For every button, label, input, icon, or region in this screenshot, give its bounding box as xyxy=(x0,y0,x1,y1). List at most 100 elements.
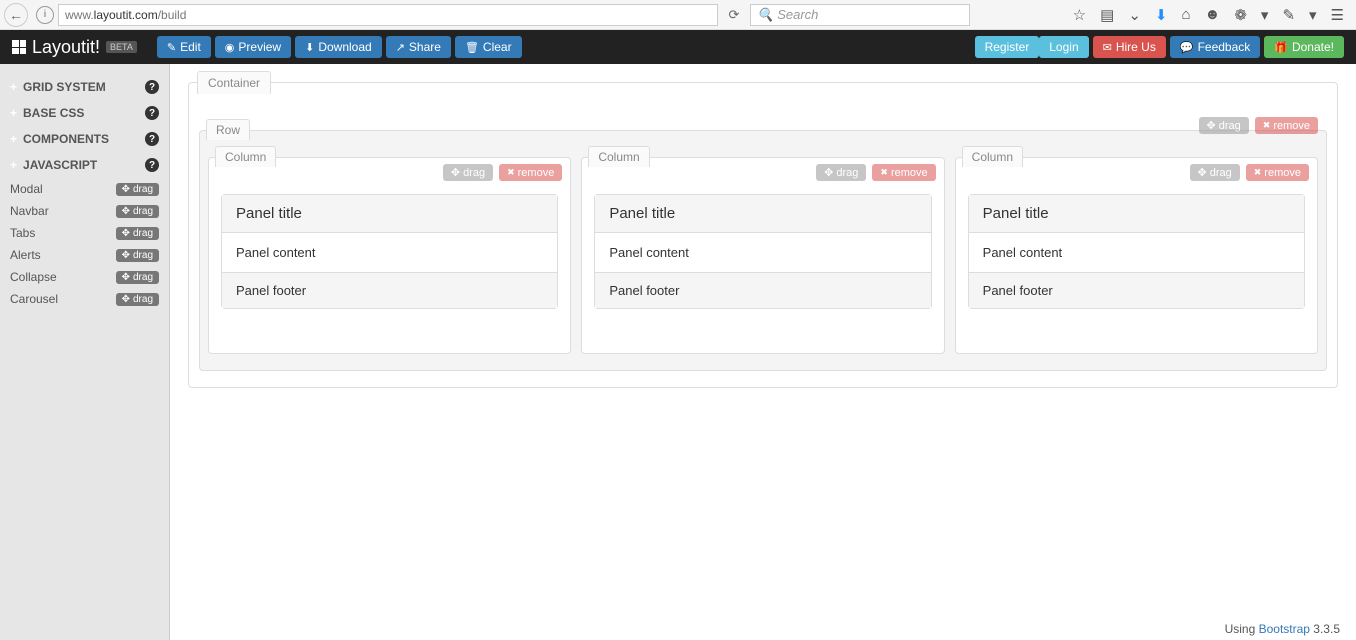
row-box[interactable]: Row drag remove Column drag remove Pan xyxy=(199,130,1327,371)
panel-content: Panel content xyxy=(222,233,557,272)
sidebar-item-tabs[interactable]: Tabsdrag xyxy=(0,222,169,244)
smiley-icon[interactable]: ☻ xyxy=(1205,6,1221,24)
drag-chip[interactable]: drag xyxy=(116,227,159,240)
search-icon: 🔍 xyxy=(757,7,773,23)
plus-icon: + xyxy=(10,158,17,172)
download-button[interactable]: ⬇Download xyxy=(295,36,382,58)
download-icon: ⬇ xyxy=(305,41,314,54)
container-tab[interactable]: Container xyxy=(197,71,271,94)
app-name: Layoutit! xyxy=(32,37,100,58)
panel[interactable]: Panel title Panel content Panel footer xyxy=(221,194,558,309)
sidebar-item-collapse[interactable]: Collapsedrag xyxy=(0,266,169,288)
dropdown2-icon[interactable]: ▾ xyxy=(1309,6,1317,24)
wand-icon[interactable]: ✎ xyxy=(1282,6,1295,24)
panel-content: Panel content xyxy=(969,233,1304,272)
column-box[interactable]: Column drag remove Panel title Panel con… xyxy=(208,157,571,354)
drag-chip[interactable]: drag xyxy=(116,205,159,218)
url-bar[interactable]: www.layoutit.com/build xyxy=(58,4,718,26)
footer-note: Using Bootstrap 3.3.5 xyxy=(1225,622,1340,636)
help-icon[interactable]: ? xyxy=(145,132,159,146)
plus-icon: + xyxy=(10,80,17,94)
sidebar-item-carousel[interactable]: Carouseldrag xyxy=(0,288,169,310)
panel[interactable]: Panel title Panel content Panel footer xyxy=(968,194,1305,309)
menu-icon[interactable]: ☰ xyxy=(1331,6,1344,24)
column-tab[interactable]: Column xyxy=(962,146,1023,167)
sidebar-group-javascript[interactable]: +JAVASCRIPT? xyxy=(0,152,169,178)
site-info-icon[interactable]: i xyxy=(36,6,54,24)
eye-icon: ◉ xyxy=(225,41,235,54)
share-icon: ↗ xyxy=(396,41,405,54)
column-tab[interactable]: Column xyxy=(588,146,649,167)
column-box[interactable]: Column drag remove Panel title Panel con… xyxy=(955,157,1318,354)
col-remove[interactable]: remove xyxy=(872,164,935,181)
drag-chip[interactable]: drag xyxy=(116,249,159,262)
drag-chip[interactable]: drag xyxy=(116,183,159,196)
beta-badge: BETA xyxy=(106,41,137,53)
reload-icon[interactable]: ⟳ xyxy=(722,7,746,23)
search-input[interactable]: 🔍 Search xyxy=(750,4,970,26)
clear-button[interactable]: 🗑Clear xyxy=(455,36,522,58)
col-drag[interactable]: drag xyxy=(816,164,866,181)
donate-button[interactable]: 🎁Donate! xyxy=(1264,36,1344,58)
bookmark-icon[interactable]: ☆ xyxy=(1073,6,1086,24)
sidebar-group-grid[interactable]: +GRID SYSTEM? xyxy=(0,74,169,100)
dropdown-icon[interactable]: ▾ xyxy=(1261,6,1269,24)
panel-content: Panel content xyxy=(595,233,930,272)
register-button[interactable]: Register xyxy=(975,36,1040,58)
grid-icon xyxy=(12,40,26,54)
col-drag[interactable]: drag xyxy=(443,164,493,181)
container-box[interactable]: Container Row drag remove Column drag re… xyxy=(188,82,1338,388)
sidebar-group-basecss[interactable]: +BASE CSS? xyxy=(0,100,169,126)
home-icon[interactable]: ⌂ xyxy=(1181,6,1190,24)
login-button[interactable]: Login xyxy=(1039,36,1088,58)
back-button[interactable]: ← xyxy=(4,3,28,27)
col-drag[interactable]: drag xyxy=(1190,164,1240,181)
pocket-icon[interactable]: ⌄ xyxy=(1128,6,1141,24)
panel-footer: Panel footer xyxy=(969,272,1304,308)
sidebar-item-alerts[interactable]: Alertsdrag xyxy=(0,244,169,266)
col-remove[interactable]: remove xyxy=(1246,164,1309,181)
row-remove[interactable]: remove xyxy=(1255,117,1318,134)
puzzle-icon[interactable]: ❁ xyxy=(1234,6,1247,24)
gift-icon: 🎁 xyxy=(1274,41,1288,54)
sidebar: +GRID SYSTEM? +BASE CSS? +COMPONENTS? +J… xyxy=(0,64,170,640)
bootstrap-link[interactable]: Bootstrap xyxy=(1259,622,1310,636)
panel-footer: Panel footer xyxy=(595,272,930,308)
trash-icon: 🗑 xyxy=(465,41,479,54)
builder-canvas: Container Row drag remove Column drag re… xyxy=(170,64,1356,640)
url-prefix: www. xyxy=(65,8,94,22)
downloads-icon[interactable]: ⬇ xyxy=(1155,6,1168,24)
comment-icon: 💬 xyxy=(1180,41,1194,54)
plus-icon: + xyxy=(10,132,17,146)
drag-chip[interactable]: drag xyxy=(116,271,159,284)
app-logo[interactable]: Layoutit! BETA xyxy=(12,37,137,58)
browser-icons: ☆ ▤ ⌄ ⬇ ⌂ ☻ ❁ ▾ ✎ ▾ ☰ xyxy=(974,6,1352,24)
sidebar-item-modal[interactable]: Modaldrag xyxy=(0,178,169,200)
edit-icon: ✎ xyxy=(167,41,176,54)
drag-chip[interactable]: drag xyxy=(116,293,159,306)
sidebar-item-navbar[interactable]: Navbardrag xyxy=(0,200,169,222)
panel-footer: Panel footer xyxy=(222,272,557,308)
edit-button[interactable]: ✎Edit xyxy=(157,36,211,58)
help-icon[interactable]: ? xyxy=(145,106,159,120)
help-icon[interactable]: ? xyxy=(145,80,159,94)
help-icon[interactable]: ? xyxy=(145,158,159,172)
share-button[interactable]: ↗Share xyxy=(386,36,451,58)
hireus-button[interactable]: ✉Hire Us xyxy=(1093,36,1166,58)
mail-icon: ✉ xyxy=(1103,41,1112,54)
panel[interactable]: Panel title Panel content Panel footer xyxy=(594,194,931,309)
row-tab[interactable]: Row xyxy=(206,119,250,140)
reader-icon[interactable]: ▤ xyxy=(1100,6,1114,24)
column-box[interactable]: Column drag remove Panel title Panel con… xyxy=(581,157,944,354)
feedback-button[interactable]: 💬Feedback xyxy=(1170,36,1260,58)
plus-icon: + xyxy=(10,106,17,120)
column-tab[interactable]: Column xyxy=(215,146,276,167)
panel-title: Panel title xyxy=(969,195,1304,233)
row-drag[interactable]: drag xyxy=(1199,117,1249,134)
col-remove[interactable]: remove xyxy=(499,164,562,181)
app-navbar: Layoutit! BETA ✎Edit ◉Preview ⬇Download … xyxy=(0,30,1356,64)
sidebar-group-components[interactable]: +COMPONENTS? xyxy=(0,126,169,152)
preview-button[interactable]: ◉Preview xyxy=(215,36,291,58)
panel-title: Panel title xyxy=(595,195,930,233)
search-placeholder: Search xyxy=(777,7,818,22)
